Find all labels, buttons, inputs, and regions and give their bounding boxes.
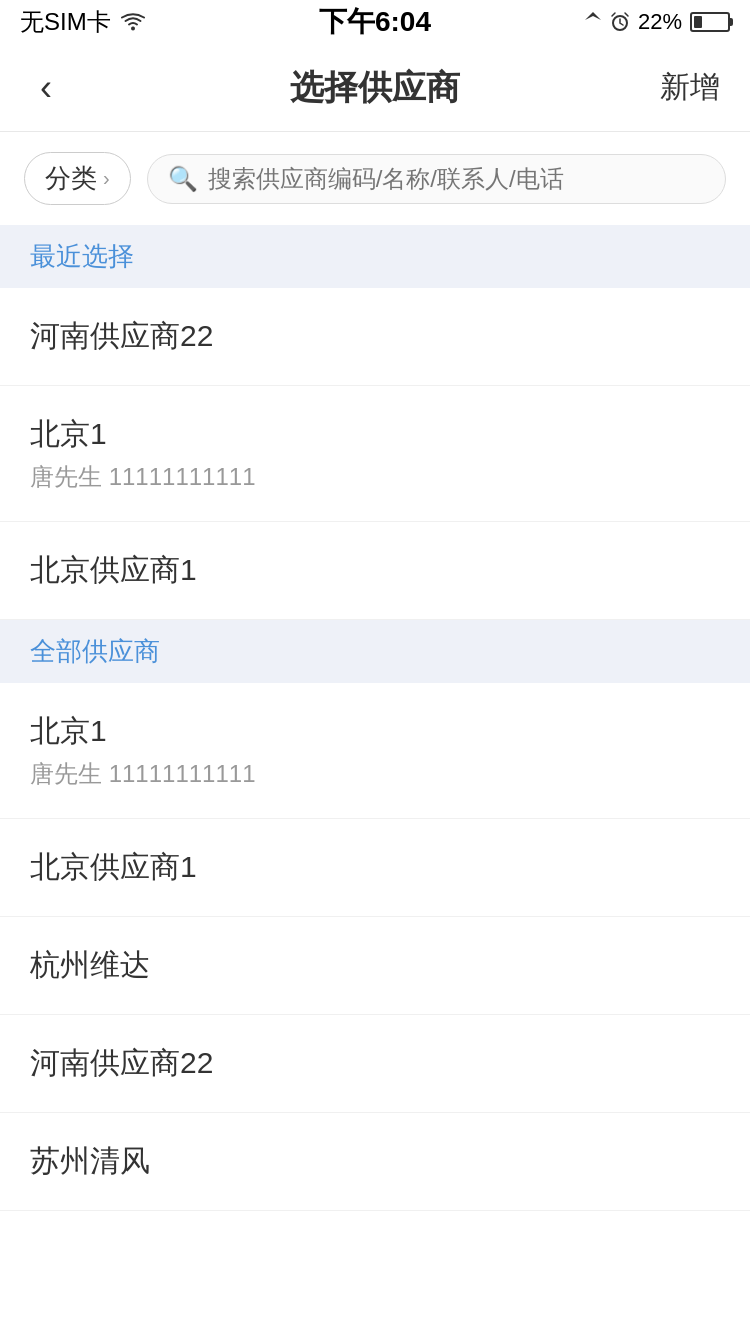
item-sub: 唐先生 11111111111 (30, 758, 720, 790)
battery-icon (690, 12, 730, 32)
battery-percent: 22% (638, 9, 682, 35)
list-item[interactable]: 河南供应商22 (0, 1015, 750, 1113)
search-input[interactable] (208, 165, 705, 193)
back-button[interactable]: ‹ (30, 57, 62, 119)
chevron-icon: › (103, 167, 110, 190)
filter-row: 分类 › 🔍 (0, 132, 750, 225)
list-item[interactable]: 河南供应商22 (0, 288, 750, 386)
nav-bar: ‹ 选择供应商 新增 (0, 44, 750, 132)
recent-section-label: 最近选择 (30, 241, 134, 271)
item-name: 北京1 (30, 711, 720, 752)
item-name: 苏州清风 (30, 1141, 720, 1182)
alarm-icon (610, 11, 630, 33)
item-name: 河南供应商22 (30, 316, 720, 357)
carrier-label: 无SIM卡 (20, 6, 111, 38)
all-section-header: 全部供应商 (0, 620, 750, 683)
page-title: 选择供应商 (290, 65, 460, 111)
list-item[interactable]: 北京供应商1 (0, 522, 750, 620)
add-button[interactable]: 新增 (660, 67, 720, 108)
all-list: 北京1 唐先生 11111111111 北京供应商1 杭州维达河南供应商22 苏州清风 (0, 683, 750, 1211)
list-item[interactable]: 北京1 唐先生 11111111111 (0, 386, 750, 522)
item-name: 北京1 (30, 414, 720, 455)
list-item[interactable]: 北京1 唐先生 11111111111 (0, 683, 750, 819)
wifi-icon (119, 12, 147, 32)
category-label: 分类 (45, 161, 97, 196)
recent-section-header: 最近选择 (0, 225, 750, 288)
status-right: 22% (584, 9, 730, 35)
item-sub: 唐先生 11111111111 (30, 461, 720, 493)
status-time: 下午6:04 (319, 3, 431, 41)
status-bar: 无SIM卡 下午6:04 22% (0, 0, 750, 44)
item-name: 杭州维达 (30, 945, 720, 986)
location-icon (584, 11, 602, 33)
status-left: 无SIM卡 (20, 6, 147, 38)
search-box[interactable]: 🔍 (147, 154, 726, 204)
recent-list: 河南供应商22 北京1 唐先生 11111111111 北京供应商1 (0, 288, 750, 620)
all-section-label: 全部供应商 (30, 636, 160, 666)
item-name: 北京供应商1 (30, 550, 720, 591)
list-item[interactable]: 杭州维达 (0, 917, 750, 1015)
list-item[interactable]: 苏州清风 (0, 1113, 750, 1211)
svg-point-0 (131, 27, 135, 31)
item-name: 河南供应商22 (30, 1043, 720, 1084)
category-button[interactable]: 分类 › (24, 152, 131, 205)
item-name: 北京供应商1 (30, 847, 720, 888)
search-icon: 🔍 (168, 165, 198, 193)
list-item[interactable]: 北京供应商1 (0, 819, 750, 917)
